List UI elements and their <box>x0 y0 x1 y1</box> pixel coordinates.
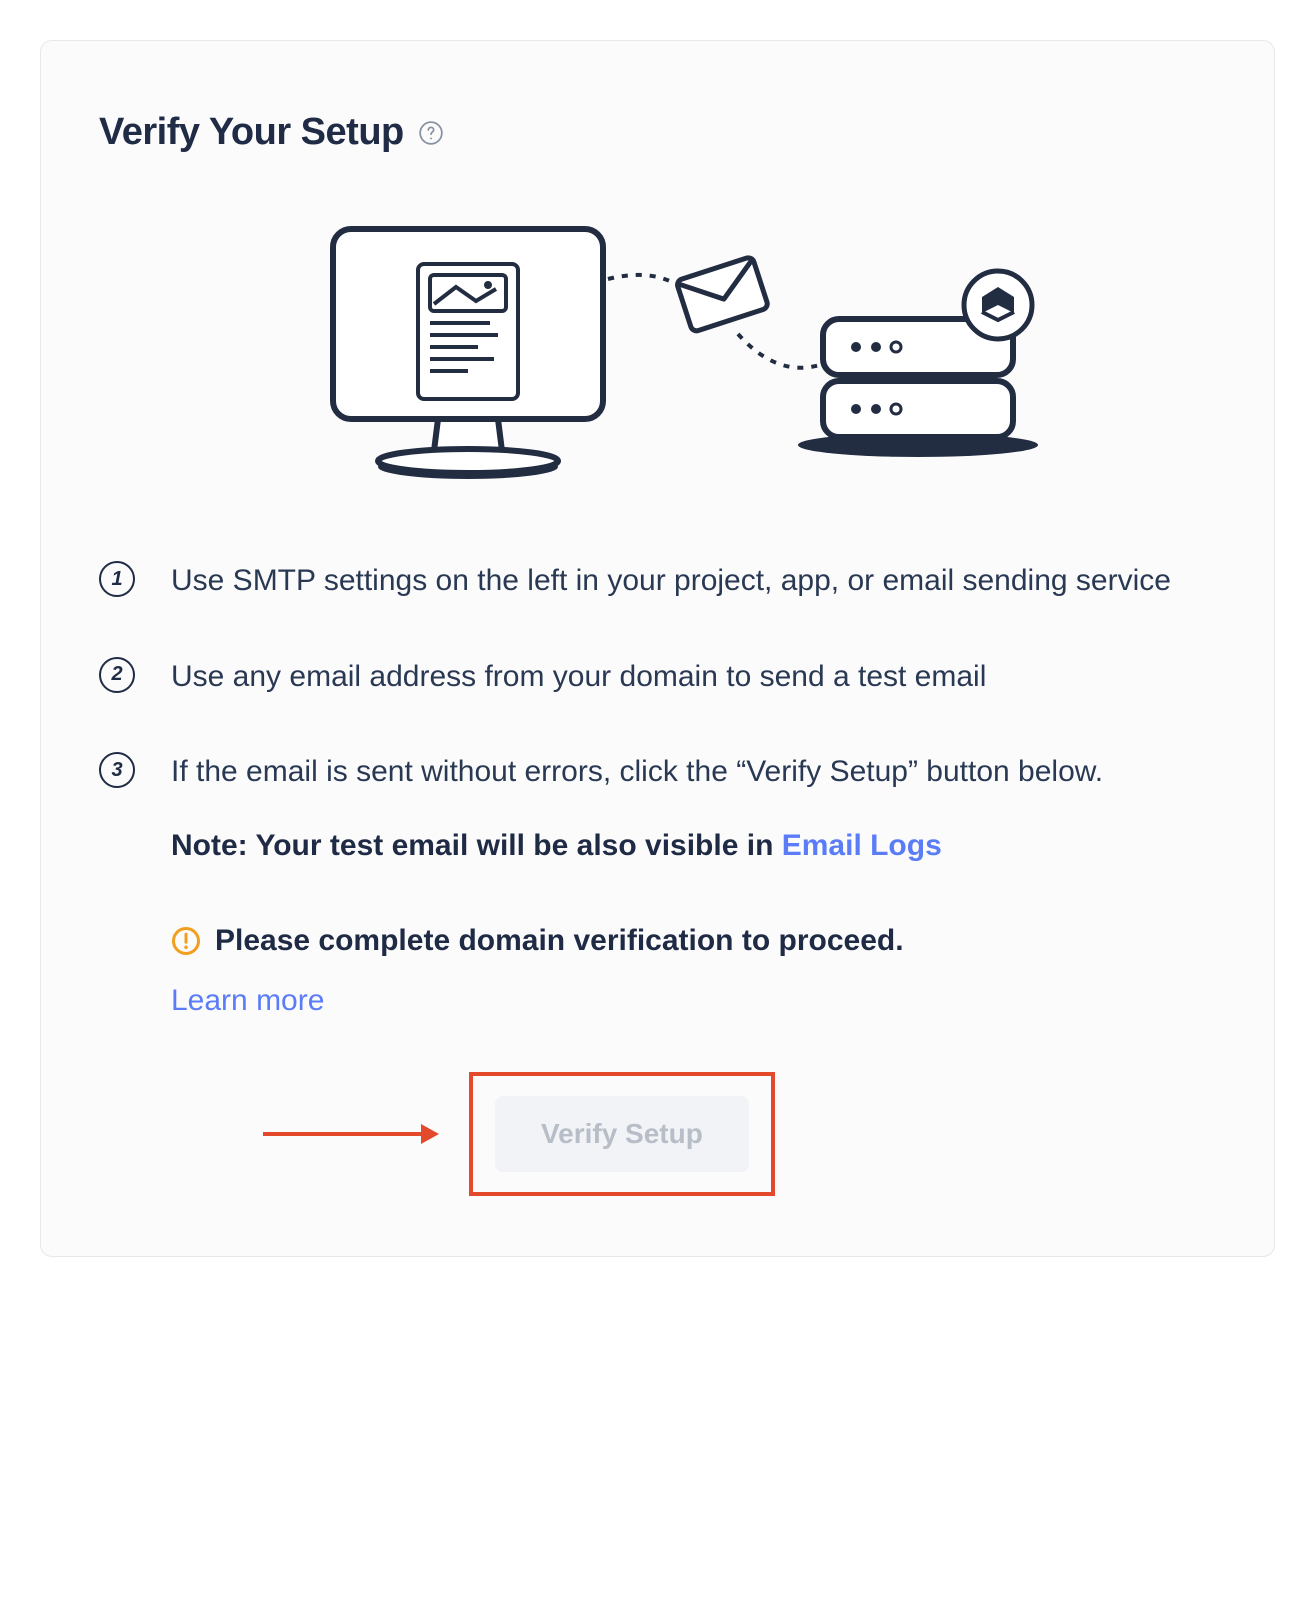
verify-setup-button[interactable]: Verify Setup <box>495 1096 749 1172</box>
step-text: Use any email address from your domain t… <box>171 655 986 699</box>
note-prefix: Note: Your test email will be also visib… <box>171 829 782 862</box>
step-number: 3 <box>99 752 135 788</box>
step-number: 2 <box>99 657 135 693</box>
note-line: Note: Your test email will be also visib… <box>171 824 1103 868</box>
warning-block: Please complete domain verification to p… <box>171 919 1103 1022</box>
step-3: 3 If the email is sent without errors, c… <box>99 750 1216 1196</box>
learn-more-link[interactable]: Learn more <box>171 979 324 1023</box>
verify-setup-card: Verify Your Setup <box>40 40 1275 1257</box>
highlight-frame: Verify Setup <box>469 1072 775 1196</box>
warning-icon <box>171 926 201 956</box>
steps-list: 1 Use SMTP settings on the left in your … <box>99 559 1216 1196</box>
email-logs-link[interactable]: Email Logs <box>782 829 942 862</box>
step-number: 1 <box>99 561 135 597</box>
warning-row: Please complete domain verification to p… <box>171 919 1103 963</box>
header: Verify Your Setup <box>99 111 1216 154</box>
page-title: Verify Your Setup <box>99 111 404 154</box>
step-text: Use SMTP settings on the left in your pr… <box>171 559 1171 603</box>
step-2: 2 Use any email address from your domain… <box>99 655 1216 699</box>
arrow-icon <box>261 1120 441 1148</box>
illustration <box>99 209 1216 489</box>
step-body: If the email is sent without errors, cli… <box>171 750 1103 1196</box>
warning-text: Please complete domain verification to p… <box>215 919 904 963</box>
step-text: If the email is sent without errors, cli… <box>171 750 1103 794</box>
action-row: Verify Setup <box>171 1072 1103 1196</box>
step-1: 1 Use SMTP settings on the left in your … <box>99 559 1216 603</box>
help-icon[interactable] <box>418 120 444 146</box>
